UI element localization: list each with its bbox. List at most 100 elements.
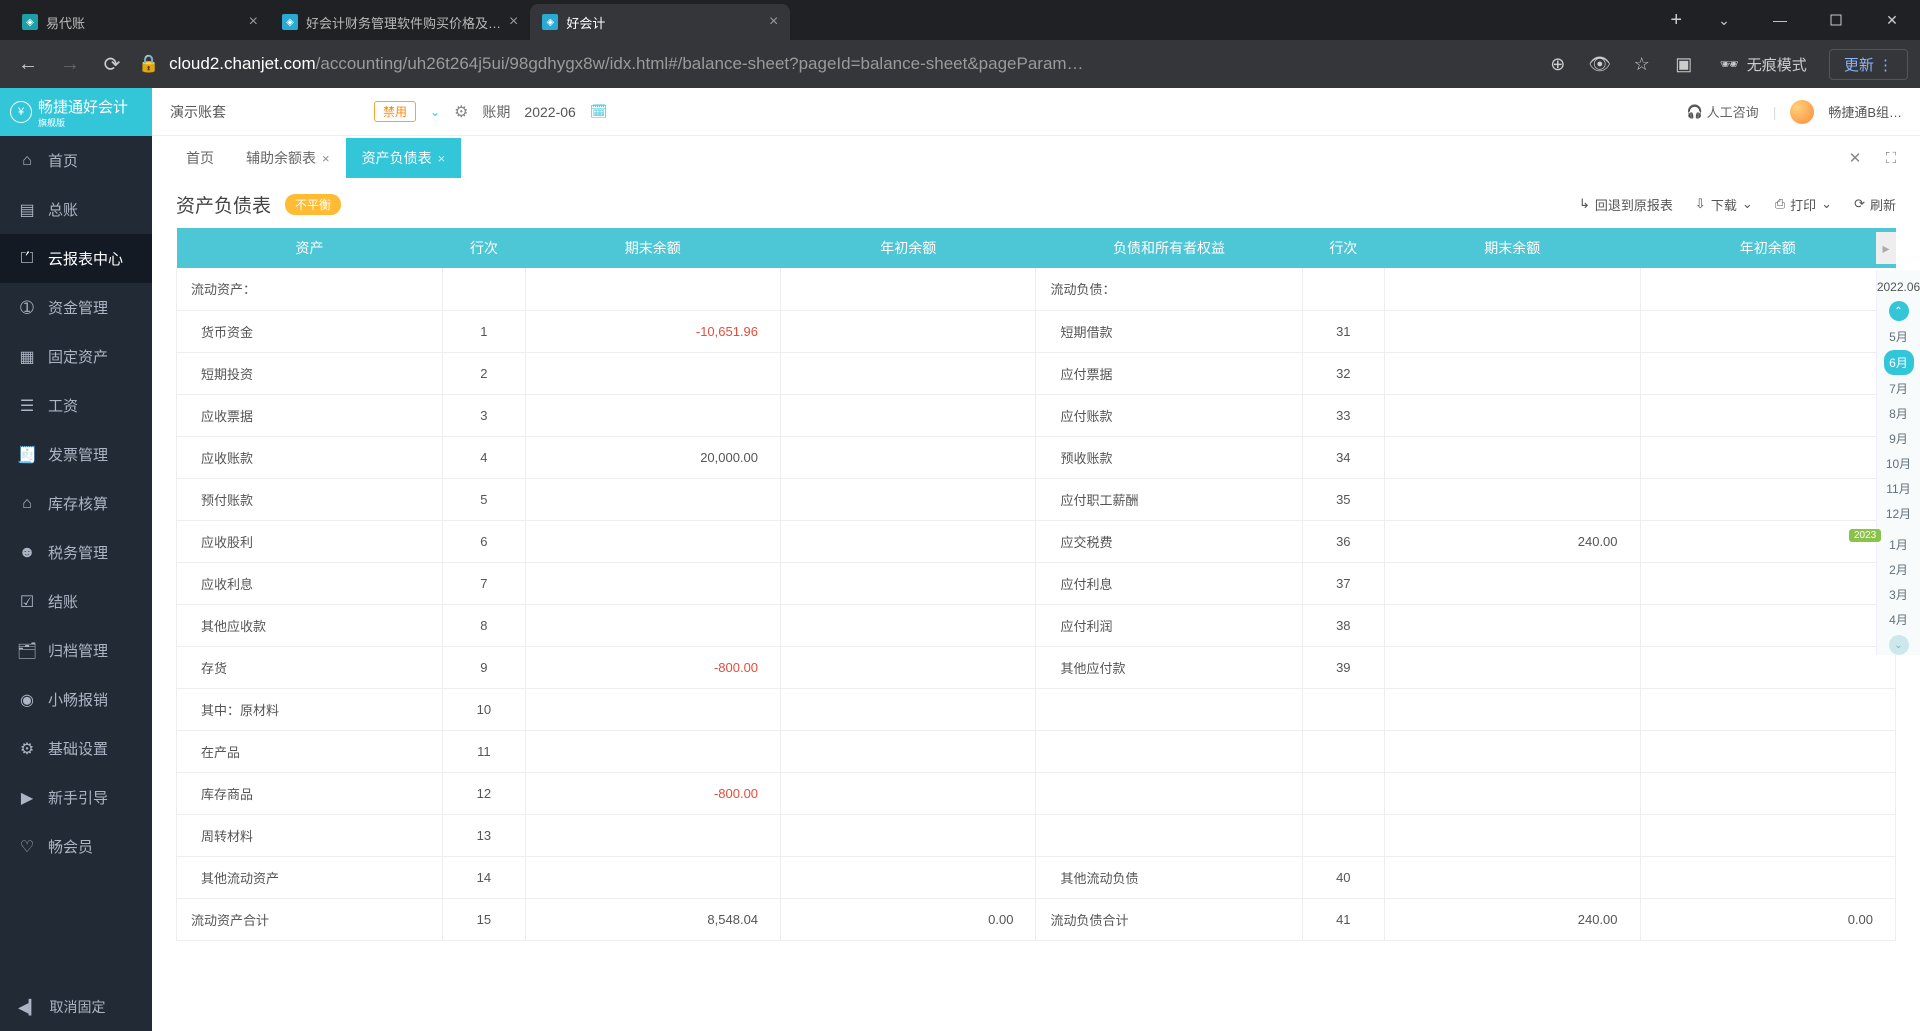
month-cell[interactable]: 1月	[1889, 532, 1908, 557]
chevron-down-icon[interactable]: ⌄	[430, 105, 440, 119]
table-row[interactable]: 存货9-800.00其他应付款39	[177, 646, 1896, 688]
month-cell[interactable]: 3月	[1889, 582, 1908, 607]
table-row[interactable]: 其他流动资产14其他流动负债40	[177, 856, 1896, 898]
brand-logo[interactable]: ¥ 畅捷通好会计 旗舰版	[0, 88, 152, 136]
sidebar-item-14[interactable]: ♡ 畅会员	[0, 822, 152, 871]
month-cell[interactable]: 2月	[1889, 557, 1908, 582]
close-tab-icon[interactable]: ×	[438, 151, 446, 166]
liab-line	[1302, 730, 1384, 772]
toolbar-actions: ⊕ 👁 ☆ ▣ 🕶 无痕模式 更新 ⋮	[1544, 49, 1908, 80]
new-tab-button[interactable]: +	[1656, 9, 1696, 32]
close-tab-icon[interactable]: ×	[322, 151, 330, 166]
account-name[interactable]: 演示账套	[170, 102, 226, 122]
page-tab-1[interactable]: 辅助余额表×	[230, 138, 346, 178]
sidebar-item-2[interactable]: ⏍ 云报表中心	[0, 234, 152, 283]
asset-name: 应收账款	[177, 436, 443, 478]
sidebar-item-4[interactable]: ▦ 固定资产	[0, 332, 152, 381]
sidebar-item-5[interactable]: ☰ 工资	[0, 381, 152, 430]
table-row[interactable]: 流动资产合计158,548.040.00流动负债合计41240.000.00	[177, 898, 1896, 940]
sidebar-item-8[interactable]: ☻ 税务管理	[0, 528, 152, 577]
rollback-button[interactable]: ↳回退到原报表	[1579, 195, 1673, 214]
liab-line: 40	[1302, 856, 1384, 898]
month-cell[interactable]: 10月	[1884, 451, 1914, 476]
refresh-button[interactable]: ⟳刷新	[1854, 195, 1896, 214]
close-window-button[interactable]: ✕	[1864, 0, 1920, 40]
customer-service-link[interactable]: 🎧 人工咨询	[1686, 102, 1758, 121]
address-bar[interactable]: 🔒 cloud2.chanjet.com/accounting/uh26t264…	[138, 54, 1534, 74]
back-button[interactable]: ←	[12, 48, 44, 80]
scroll-right-button[interactable]: ▸	[1876, 232, 1896, 264]
month-cell[interactable]: 11月	[1884, 476, 1914, 501]
lock-icon: 🔒	[138, 54, 159, 74]
table-row[interactable]: 应收票据3应付账款33	[177, 394, 1896, 436]
caret-down-icon[interactable]: ⌄	[1696, 0, 1752, 40]
minimize-button[interactable]: —	[1752, 0, 1808, 40]
month-cell[interactable]: 7月	[1884, 376, 1914, 401]
month-cell[interactable]: 8月	[1884, 401, 1914, 426]
asset-name: 应收股利	[177, 520, 443, 562]
unpin-button[interactable]: ◀▎ 取消固定	[0, 983, 152, 1031]
sidebar-item-1[interactable]: ▤ 总账	[0, 185, 152, 234]
month-cell[interactable]: 4月	[1889, 607, 1908, 632]
sidebar-item-7[interactable]: ⌂ 库存核算	[0, 479, 152, 528]
table-row[interactable]: 其中：原材料10	[177, 688, 1896, 730]
table-row[interactable]: 流动资产：流动负债：	[177, 268, 1896, 310]
table-row[interactable]: 应收利息7应付利息37	[177, 562, 1896, 604]
liab-name: 流动负债：	[1036, 268, 1302, 310]
asset-begin	[781, 352, 1036, 394]
sidebar-item-12[interactable]: ⚙ 基础设置	[0, 724, 152, 773]
user-name[interactable]: 畅捷通B组…	[1828, 102, 1902, 121]
close-tab-icon[interactable]: ×	[769, 13, 778, 31]
print-button[interactable]: ⎙打印⌄	[1775, 195, 1832, 214]
eye-off-icon[interactable]: 👁	[1586, 54, 1614, 75]
browser-tab[interactable]: ◈ 好会计 ×	[530, 4, 790, 40]
table-row[interactable]: 在产品11	[177, 730, 1896, 772]
month-cell[interactable]: 9月	[1884, 426, 1914, 451]
sidebar-item-11[interactable]: ◉ 小畅报销	[0, 675, 152, 724]
month-cell[interactable]: 5月	[1884, 324, 1914, 349]
close-tab-icon[interactable]: ×	[249, 13, 258, 31]
sidebar-item-3[interactable]: ➀ 资金管理	[0, 283, 152, 332]
sidebar-item-9[interactable]: ☑ 结账	[0, 577, 152, 626]
table-row[interactable]: 库存商品12-800.00	[177, 772, 1896, 814]
sidebar-item-10[interactable]: 🗂 归档管理	[0, 626, 152, 675]
liab-line	[1302, 772, 1384, 814]
table-row[interactable]: 其他应收款8应付利润38	[177, 604, 1896, 646]
table-row[interactable]: 周转材料13	[177, 814, 1896, 856]
download-button[interactable]: ⇩下载⌄	[1695, 195, 1753, 214]
table-scroll[interactable]: 资产 行次 期末余额 年初余额 负债和所有者权益 行次 期末余额 年初余额 流动…	[176, 228, 1896, 1031]
bookmark-icon[interactable]: ☆	[1628, 54, 1656, 75]
sidebar-item-0[interactable]: ⌂ 首页	[0, 136, 152, 185]
close-all-tabs-icon[interactable]: ✕	[1844, 147, 1866, 169]
page-tab-0[interactable]: 首页	[170, 138, 230, 178]
disable-button[interactable]: 禁用	[374, 101, 416, 122]
update-button[interactable]: 更新 ⋮	[1829, 49, 1908, 80]
maximize-button[interactable]	[1808, 0, 1864, 40]
scroll-down-icon[interactable]: ⌄	[1889, 635, 1909, 655]
reload-button[interactable]: ⟳	[96, 48, 128, 80]
browser-tab[interactable]: ◈ 好会计财务管理软件购买价格及… ×	[270, 4, 530, 40]
table-row[interactable]: 短期投资2应付票据32	[177, 352, 1896, 394]
month-cell[interactable]: 6月	[1884, 350, 1914, 375]
table-row[interactable]: 应收股利6应交税费36240.00	[177, 520, 1896, 562]
close-tab-icon[interactable]: ×	[509, 13, 518, 31]
gear-icon[interactable]: ⚙	[454, 102, 468, 122]
fullscreen-icon[interactable]: ⛶	[1880, 147, 1902, 169]
period-value[interactable]: 2022-06	[524, 104, 575, 120]
table-row[interactable]: 应收账款420,000.00预收账款34	[177, 436, 1896, 478]
sidebar-item-6[interactable]: 🧾 发票管理	[0, 430, 152, 479]
scroll-up-icon[interactable]: ⌃	[1889, 301, 1909, 321]
calendar-icon[interactable]: 🗓	[590, 103, 608, 120]
page-tab-2[interactable]: 资产负债表×	[346, 138, 462, 178]
extension-icon[interactable]: ▣	[1670, 54, 1698, 75]
forward-button[interactable]: →	[54, 48, 86, 80]
sidebar-item-13[interactable]: ▶ 新手引导	[0, 773, 152, 822]
table-row[interactable]: 货币资金1-10,651.96短期借款31	[177, 310, 1896, 352]
month-cell[interactable]: 12月	[1884, 501, 1914, 526]
user-avatar[interactable]	[1790, 100, 1814, 124]
year-current[interactable]: 2022.06	[1875, 276, 1920, 298]
asset-line: 10	[443, 688, 525, 730]
table-row[interactable]: 预付账款5应付职工薪酬35	[177, 478, 1896, 520]
browser-tab[interactable]: ◈ 易代账 ×	[10, 4, 270, 40]
zoom-icon[interactable]: ⊕	[1544, 54, 1572, 75]
